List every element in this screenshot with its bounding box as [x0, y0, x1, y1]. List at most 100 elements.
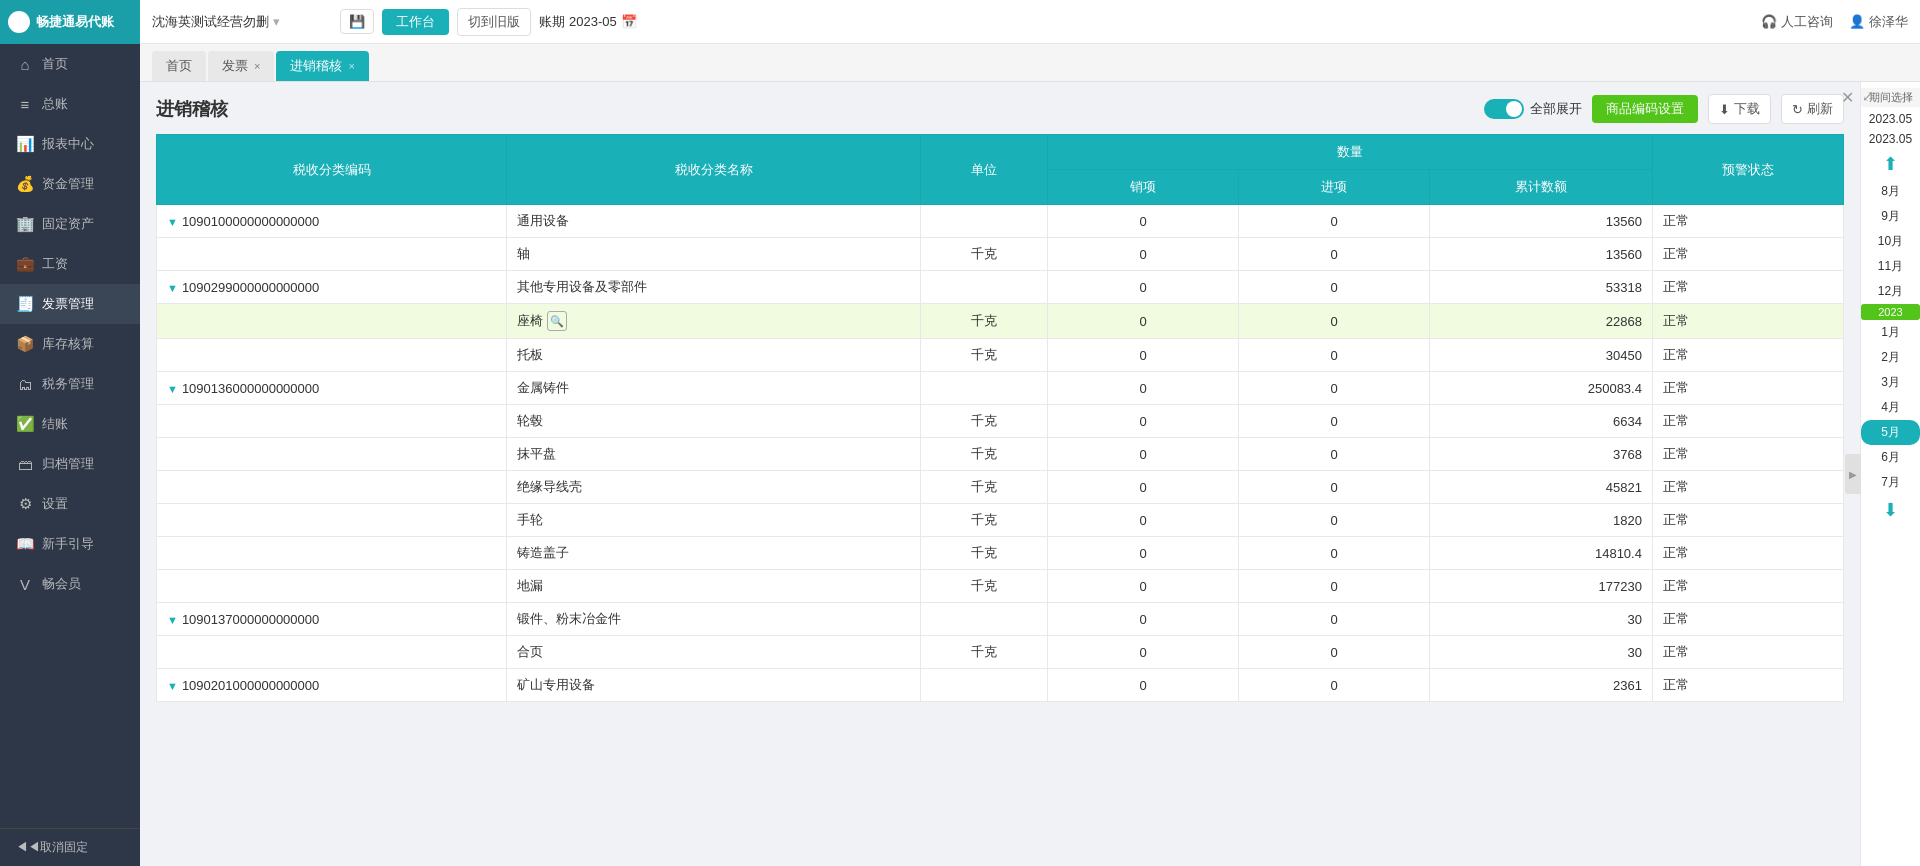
tab-invoice-close[interactable]: × — [254, 60, 260, 72]
row-unit — [920, 669, 1047, 702]
period-display: 账期 2023-05 📅 — [539, 13, 637, 31]
row-total: 53318 — [1430, 271, 1653, 304]
settlement-icon: ✅ — [16, 415, 34, 433]
product-code-btn[interactable]: 商品编码设置 — [1592, 95, 1698, 123]
assets-icon: 🏢 — [16, 215, 34, 233]
period-month-item[interactable]: 6月 — [1861, 445, 1920, 470]
toggle-expand[interactable]: 全部展开 — [1484, 99, 1582, 119]
row-sale: 0 — [1048, 669, 1239, 702]
invoice-icon: 🧾 — [16, 295, 34, 313]
tab-home[interactable]: 首页 — [152, 51, 206, 81]
period-month-item[interactable]: 10月 — [1861, 229, 1920, 254]
row-warning: 正常 — [1652, 205, 1843, 238]
download-btn[interactable]: ⬇ 下载 — [1708, 94, 1771, 124]
sidebar-item-inventory[interactable]: 📦 库存核算 — [0, 324, 140, 364]
user-menu[interactable]: 👤 徐泽华 — [1849, 13, 1908, 31]
row-name: 绝缘导线壳 — [517, 479, 582, 494]
row-warning: 正常 — [1652, 372, 1843, 405]
sidebar-item-salary[interactable]: 💼 工资 — [0, 244, 140, 284]
period-year-2[interactable]: 2023.05 — [1861, 129, 1920, 149]
company-name: 沈海英测试经营勿删 — [152, 13, 269, 31]
inventory-icon: 📦 — [16, 335, 34, 353]
row-purchase: 0 — [1239, 636, 1430, 669]
row-name: 座椅 — [517, 313, 543, 328]
sidebar-item-fund[interactable]: 💰 资金管理 — [0, 164, 140, 204]
period-up-btn[interactable]: ⬆ — [1861, 149, 1920, 179]
row-total: 45821 — [1430, 471, 1653, 504]
row-total: 30 — [1430, 603, 1653, 636]
panel-expand-btn[interactable]: ⤢ — [1862, 88, 1874, 104]
refresh-btn[interactable]: ↻ 刷新 — [1781, 94, 1844, 124]
period-year-1[interactable]: 2023.05 — [1861, 109, 1920, 129]
sidebar-item-invoice[interactable]: 🧾 发票管理 — [0, 284, 140, 324]
expand-icon[interactable]: ▼ — [167, 614, 178, 626]
user-name: 徐泽华 — [1869, 13, 1908, 31]
period-month-active[interactable]: 5月 — [1861, 420, 1920, 445]
switch-version-btn[interactable]: 切到旧版 — [457, 8, 531, 36]
row-purchase: 0 — [1239, 603, 1430, 636]
panel-close-btn[interactable]: ✕ — [1841, 88, 1854, 107]
panel-collapse-btn[interactable]: ▶ — [1845, 454, 1861, 494]
expand-icon[interactable]: ▼ — [167, 216, 178, 228]
sidebar-unpin-btn[interactable]: ◀◀取消固定 — [0, 828, 140, 866]
period-month-item[interactable]: 2月 — [1861, 345, 1920, 370]
period-month-item[interactable]: 3月 — [1861, 370, 1920, 395]
row-warning: 正常 — [1652, 438, 1843, 471]
row-unit: 千克 — [920, 537, 1047, 570]
row-purchase: 0 — [1239, 372, 1430, 405]
row-purchase: 0 — [1239, 669, 1430, 702]
period-month-item[interactable]: 4月 — [1861, 395, 1920, 420]
row-code: 1090201000000000000 — [182, 678, 319, 693]
row-total: 22868 — [1430, 304, 1653, 339]
th-quantity-group: 数量 — [1048, 135, 1653, 170]
row-unit: 千克 — [920, 438, 1047, 471]
tab-invoice[interactable]: 发票 × — [208, 51, 274, 81]
sidebar-item-tax[interactable]: 🗂 税务管理 — [0, 364, 140, 404]
sidebar-item-settlement[interactable]: ✅ 结账 — [0, 404, 140, 444]
row-code: 1090137000000000000 — [182, 612, 319, 627]
download-icon: ⬇ — [1719, 102, 1730, 117]
period-month-item[interactable]: 12月 — [1861, 279, 1920, 304]
row-code: 1090136000000000000 — [182, 381, 319, 396]
sidebar-item-settings[interactable]: ⚙ 设置 — [0, 484, 140, 524]
support-btn[interactable]: 🎧 人工咨询 — [1761, 13, 1833, 31]
row-purchase: 0 — [1239, 438, 1430, 471]
save-icon: 💾 — [349, 14, 365, 29]
sidebar-item-assets[interactable]: 🏢 固定资产 — [0, 204, 140, 244]
company-selector[interactable]: 沈海英测试经营勿删 ▾ — [152, 13, 332, 31]
period-month-item[interactable]: 8月 — [1861, 179, 1920, 204]
sidebar-label-member: 畅会员 — [42, 575, 81, 593]
row-code: 1090299000000000000 — [182, 280, 319, 295]
period-year-marker[interactable]: 2023 — [1861, 304, 1920, 320]
sidebar-item-home[interactable]: ⌂ 首页 — [0, 44, 140, 84]
dropdown-arrow-icon: ▾ — [273, 14, 280, 29]
th-tax-name: 税收分类名称 — [507, 135, 921, 205]
sidebar-item-archive[interactable]: 🗃 归档管理 — [0, 444, 140, 484]
period-month-item[interactable]: 7月 — [1861, 470, 1920, 495]
period-month-item[interactable]: 9月 — [1861, 204, 1920, 229]
th-tax-code: 税收分类编码 — [157, 135, 507, 205]
period-month-item[interactable]: 11月 — [1861, 254, 1920, 279]
row-purchase: 0 — [1239, 471, 1430, 504]
sidebar-item-guide[interactable]: 📖 新手引导 — [0, 524, 140, 564]
row-total: 3768 — [1430, 438, 1653, 471]
expand-icon[interactable]: ▼ — [167, 680, 178, 692]
row-sale: 0 — [1048, 570, 1239, 603]
row-purchase: 0 — [1239, 570, 1430, 603]
search-icon[interactable]: 🔍 — [547, 311, 567, 331]
expand-icon[interactable]: ▼ — [167, 282, 178, 294]
save-btn[interactable]: 💾 — [340, 9, 374, 34]
toggle-switch[interactable] — [1484, 99, 1524, 119]
tab-reconcile-close[interactable]: × — [348, 60, 354, 72]
calendar-icon[interactable]: 📅 — [621, 14, 637, 29]
period-month-item[interactable]: 1月 — [1861, 320, 1920, 345]
expand-icon[interactable]: ▼ — [167, 383, 178, 395]
period-down-btn[interactable]: ⬇ — [1861, 495, 1920, 525]
row-name: 抹平盘 — [517, 446, 556, 461]
row-purchase: 0 — [1239, 238, 1430, 271]
tab-reconcile[interactable]: 进销稽核 × — [276, 51, 368, 81]
sidebar-item-ledger[interactable]: ≡ 总账 — [0, 84, 140, 124]
sidebar-item-report[interactable]: 📊 报表中心 — [0, 124, 140, 164]
sidebar-item-member[interactable]: V 畅会员 — [0, 564, 140, 604]
workbench-btn[interactable]: 工作台 — [382, 9, 449, 35]
